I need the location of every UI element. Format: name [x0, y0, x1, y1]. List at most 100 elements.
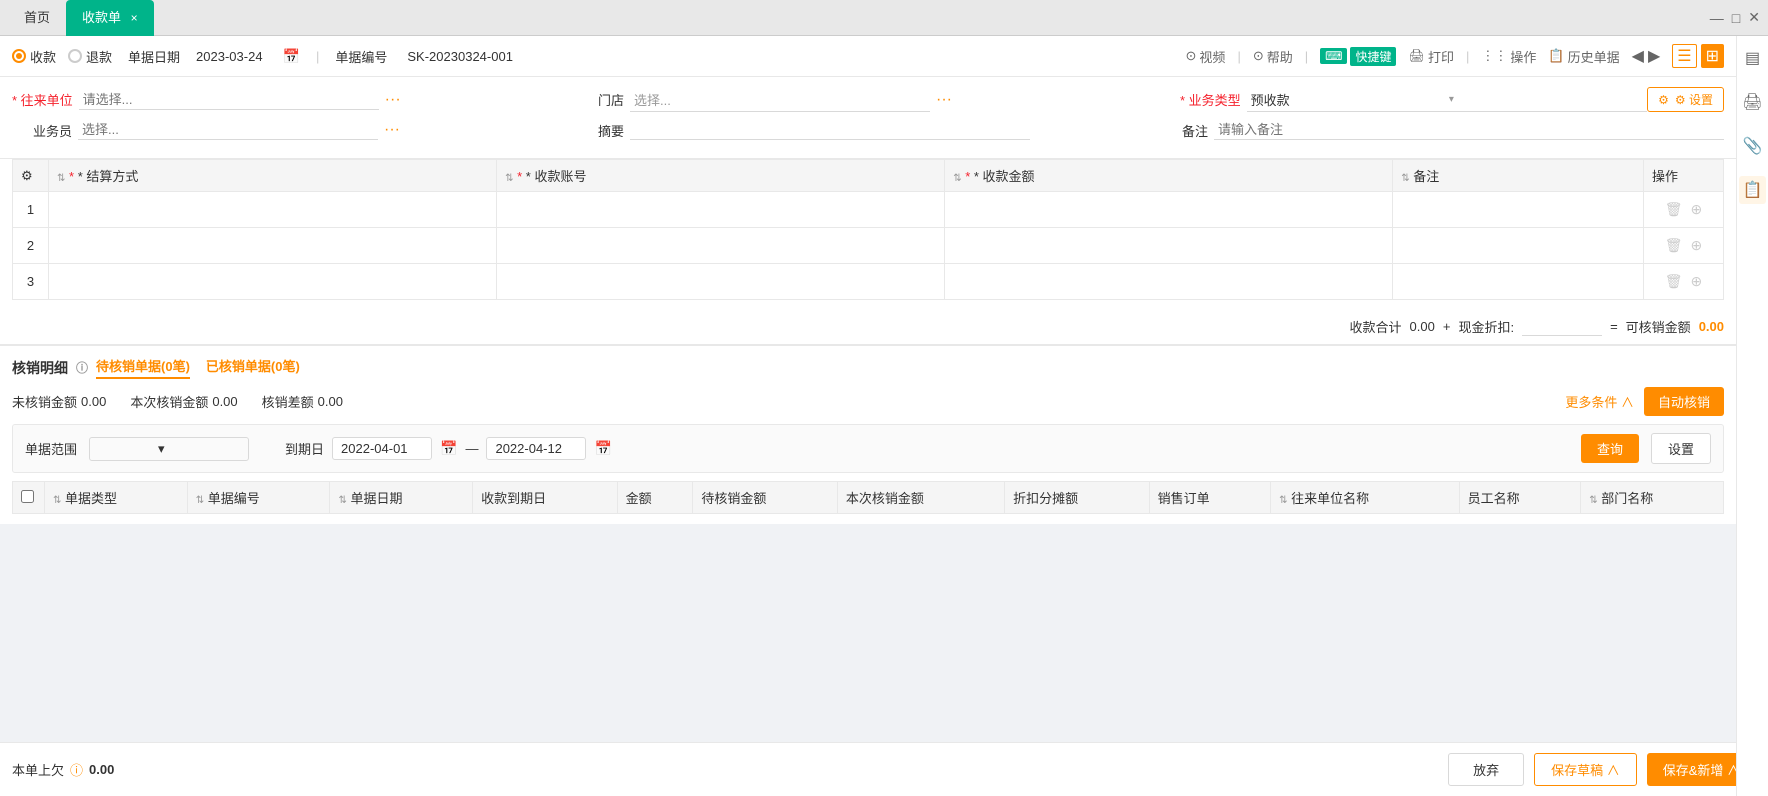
tab-close-icon[interactable]: × — [131, 11, 138, 25]
copy-icon-1[interactable]: ⊕ — [1691, 201, 1703, 218]
cell-ops-2: 🗑 ⊕ — [1644, 228, 1724, 264]
writeoff-settings-btn[interactable]: 设置 — [1651, 433, 1711, 464]
form-row-1: * 往来单位 ··· 门店 选择... ··· * 业务类型 预收款 ▾ — [12, 87, 1724, 112]
form-section: * 往来单位 ··· 门店 选择... ··· * 业务类型 预收款 ▾ — [0, 77, 1736, 159]
prev-arrow[interactable]: ◀ — [1632, 46, 1644, 66]
sidebar-attach-icon[interactable]: 📎 — [1739, 132, 1767, 160]
biz-type-field: * 业务类型 预收款 ▾ ⚙ ⚙ 设置 — [1180, 87, 1724, 112]
cell-amount-2[interactable] — [945, 228, 1393, 264]
list-view-btn[interactable]: ☰ — [1672, 44, 1696, 68]
history-btn[interactable]: 📋 历史单据 — [1548, 47, 1619, 66]
date-from-input[interactable] — [332, 437, 432, 460]
sidebar-clipboard-icon[interactable]: 📋 — [1739, 176, 1767, 204]
counterpart-input[interactable] — [79, 90, 379, 110]
calendar-to-icon[interactable]: 📅 — [594, 440, 611, 457]
counterpart-more-btn[interactable]: ··· — [379, 91, 407, 109]
receipt-label: 收款 — [30, 47, 56, 66]
query-btn[interactable]: 查询 — [1581, 434, 1639, 463]
next-arrow[interactable]: ▶ — [1648, 46, 1660, 66]
staff-more-btn[interactable]: ··· — [378, 121, 406, 139]
copy-icon-2[interactable]: ⊕ — [1691, 237, 1703, 254]
remark-input[interactable] — [1214, 120, 1724, 140]
copy-icon-3[interactable]: ⊕ — [1691, 273, 1703, 290]
store-field: 门店 选择... ··· — [596, 88, 1140, 112]
receipt-radio[interactable]: 收款 — [12, 47, 56, 66]
refund-radio[interactable]: 退款 — [68, 47, 112, 66]
ops-btn[interactable]: ⋮⋮ 操作 — [1481, 47, 1536, 66]
cell-settlement-1[interactable] — [49, 192, 497, 228]
summary-input[interactable] — [630, 120, 1030, 140]
tab-bar: 首页 收款单 × — □ ✕ — [0, 0, 1768, 36]
cell-remark-2[interactable] — [1393, 228, 1644, 264]
cell-account-2[interactable] — [497, 228, 945, 264]
staff-input[interactable] — [78, 120, 378, 140]
th-discount: 折扣分摊额 — [1005, 482, 1149, 514]
cell-settlement-3[interactable] — [49, 264, 497, 300]
delete-icon-3[interactable]: 🗑 — [1665, 273, 1683, 290]
cell-remark-3[interactable] — [1393, 264, 1644, 300]
current-amount: 本次核销金额 0.00 — [130, 392, 237, 411]
date-to-input[interactable] — [486, 437, 586, 460]
view-btns: ☰ ⊞ — [1672, 44, 1724, 68]
gear-icon[interactable]: ⚙ — [21, 168, 33, 183]
th-settlement: ⇅ * * 结算方式 — [49, 160, 497, 192]
calendar-icon[interactable]: 📅 — [283, 48, 300, 65]
sidebar-print-icon[interactable]: 🖨 — [1738, 88, 1766, 116]
th-sales-order: 销售订单 — [1149, 482, 1271, 514]
footer-btns: 放弃 保存草稿 ∧ 保存&新增 ∧ — [1448, 753, 1756, 786]
cell-amount-3[interactable] — [945, 264, 1393, 300]
footer-info: 本单上欠 ⓘ 0.00 — [12, 760, 114, 779]
remark-field: 备注 — [1180, 120, 1724, 140]
close-icon[interactable]: ✕ — [1748, 9, 1760, 26]
store-more-btn[interactable]: ··· — [930, 91, 958, 109]
tab-receipt[interactable]: 收款单 × — [66, 0, 154, 36]
auto-writeoff-btn[interactable]: 自动核销 — [1644, 387, 1724, 416]
cell-account-1[interactable] — [497, 192, 945, 228]
th-account: ⇅ * * 收款账号 — [497, 160, 945, 192]
range-label: 单据范围 — [25, 439, 77, 458]
pending-tab[interactable]: 待核销单据(0笔) — [96, 356, 190, 379]
cell-ops-1: 🗑 ⊕ — [1644, 192, 1724, 228]
maximize-icon[interactable]: □ — [1732, 10, 1740, 26]
grid-view-btn[interactable]: ⊞ — [1701, 44, 1724, 68]
tab-home[interactable]: 首页 — [8, 0, 66, 36]
video-btn[interactable]: ⊙ 视频 — [1186, 47, 1226, 66]
date-range: 到期日 📅 — 📅 — [285, 437, 612, 460]
delete-icon-2[interactable]: 🗑 — [1665, 237, 1683, 254]
th-doc-date: ⇅ 单据日期 — [330, 482, 473, 514]
refund-label: 退款 — [86, 47, 112, 66]
calendar-from-icon[interactable]: 📅 — [440, 440, 457, 457]
draft-btn[interactable]: 保存草稿 ∧ — [1534, 753, 1637, 786]
settings-icon: ⚙ — [1658, 93, 1669, 107]
range-select[interactable]: ▾ — [89, 437, 249, 461]
date-label: 单据日期 — [128, 47, 180, 66]
select-all-checkbox[interactable] — [21, 490, 34, 503]
shortcut-btn[interactable]: ⌨ 快捷键 — [1320, 47, 1396, 66]
more-filter-btn[interactable]: 更多条件 ∧ — [1565, 392, 1634, 411]
minimize-icon[interactable]: — — [1710, 10, 1724, 26]
discount-input[interactable] — [1522, 316, 1602, 336]
sidebar-table-icon[interactable]: ▤ — [1741, 44, 1764, 72]
info-icon[interactable]: ⓘ — [76, 359, 88, 376]
delete-icon-1[interactable]: 🗑 — [1665, 201, 1683, 218]
table-row: 2 🗑 ⊕ — [13, 228, 1724, 264]
cell-amount-1[interactable] — [945, 192, 1393, 228]
query-range-row: 单据范围 ▾ 到期日 📅 — 📅 查询 设置 — [12, 424, 1724, 473]
th-settings[interactable]: ⚙ — [13, 160, 49, 192]
th-due-date: 收款到期日 — [473, 482, 617, 514]
cell-account-3[interactable] — [497, 264, 945, 300]
discard-btn[interactable]: 放弃 — [1448, 753, 1524, 786]
print-btn[interactable]: 🖨 打印 — [1408, 47, 1454, 66]
refund-radio-dot — [68, 49, 82, 63]
cell-remark-1[interactable] — [1393, 192, 1644, 228]
store-select[interactable]: 选择... — [630, 88, 930, 112]
biz-type-select[interactable]: 预收款 ▾ — [1247, 88, 1647, 112]
writeoff-section: 核销明细 ⓘ 待核销单据(0笔) 已核销单据(0笔) 未核销金额 0.00 本次… — [0, 346, 1736, 524]
help-icon: ⊙ — [1253, 48, 1264, 64]
settings-button[interactable]: ⚙ ⚙ 设置 — [1647, 87, 1724, 112]
biz-type-dropdown-icon[interactable]: ▾ — [1449, 94, 1643, 105]
done-tab[interactable]: 已核销单据(0笔) — [206, 356, 300, 379]
cell-settlement-2[interactable] — [49, 228, 497, 264]
help-btn[interactable]: ⊙ 帮助 — [1253, 47, 1293, 66]
info-icon[interactable]: ⓘ — [70, 760, 83, 779]
